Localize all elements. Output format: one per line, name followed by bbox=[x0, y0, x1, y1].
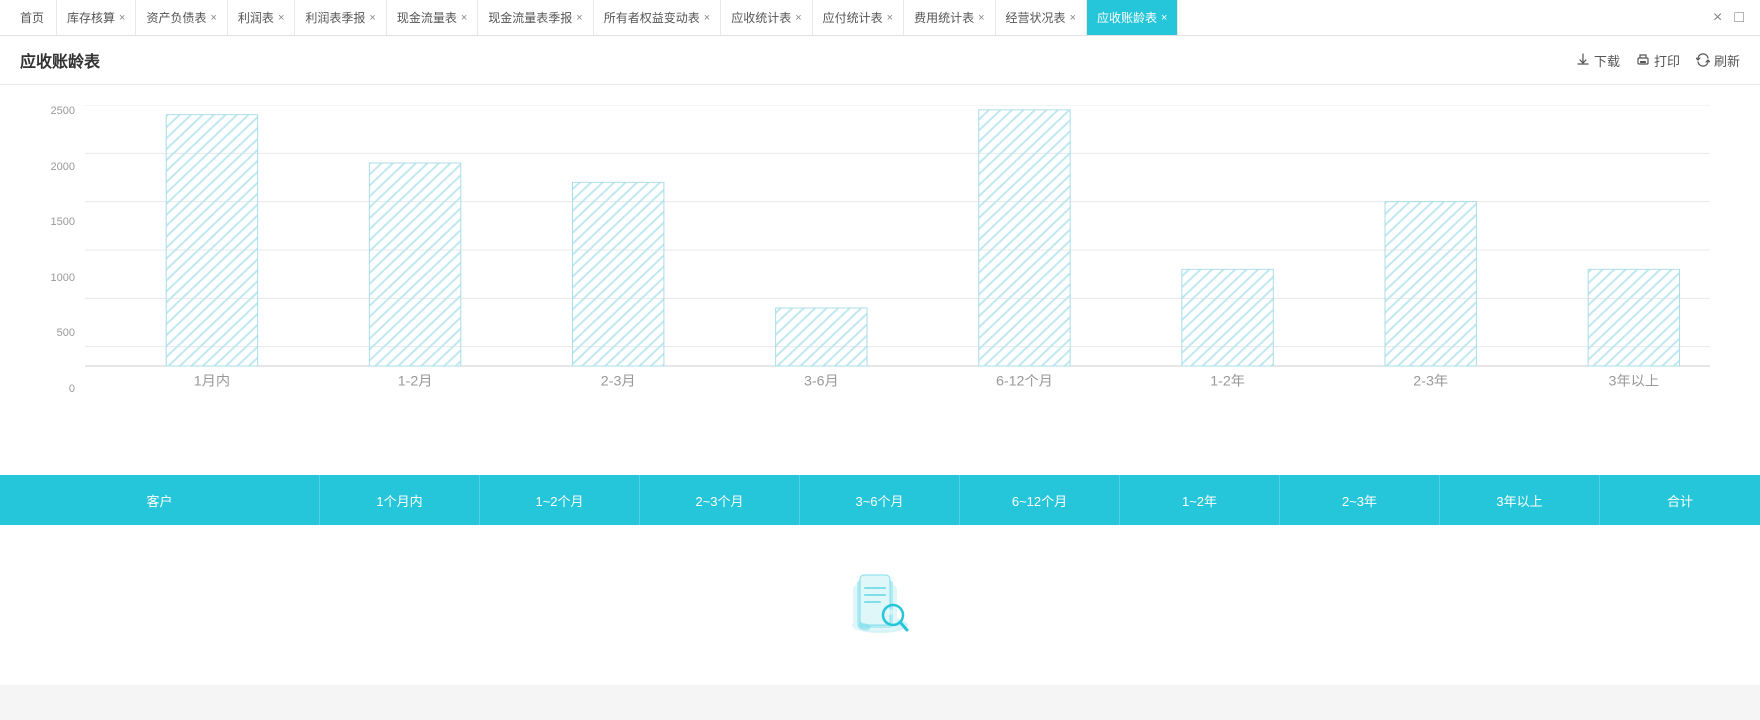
th-1-2months: 1~2个月 bbox=[480, 475, 640, 525]
refresh-icon bbox=[1696, 53, 1710, 67]
th-6-12months: 6~12个月 bbox=[960, 475, 1120, 525]
tab-payable-stats[interactable]: 应付统计表 × bbox=[813, 0, 904, 36]
tab-close-inventory[interactable]: × bbox=[119, 12, 125, 24]
th-2-3months: 2~3个月 bbox=[640, 475, 800, 525]
tab-close-profit-quarterly[interactable]: × bbox=[369, 12, 375, 24]
tab-inventory[interactable]: 库存核算 × bbox=[57, 0, 136, 36]
tab-equity[interactable]: 所有者权益变动表 × bbox=[594, 0, 721, 36]
page-title: 应收账龄表 bbox=[20, 48, 100, 72]
y-label-2000: 2000 bbox=[40, 161, 80, 173]
tab-home[interactable]: 首页 bbox=[8, 0, 57, 36]
tab-close-cashflow[interactable]: × bbox=[461, 12, 467, 24]
y-label-0: 0 bbox=[40, 383, 80, 395]
svg-text:1月内: 1月内 bbox=[194, 373, 230, 389]
tab-close-cashflow-quarterly[interactable]: × bbox=[576, 12, 582, 24]
tab-close-equity[interactable]: × bbox=[704, 12, 710, 24]
minimize-button[interactable]: × bbox=[1713, 9, 1722, 27]
tab-aging[interactable]: 应收账龄表 × bbox=[1087, 0, 1178, 36]
page-header: 应收账龄表 下载 打印 刷新 bbox=[0, 36, 1760, 85]
th-3-6months: 3~6个月 bbox=[800, 475, 960, 525]
chart-svg: 1月内 1-2月 2-3月 3-6月 6-12个月 1-2年 2-3年 3年以上 bbox=[85, 105, 1710, 395]
tab-profit[interactable]: 利润表 × bbox=[228, 0, 295, 36]
maximize-button[interactable]: □ bbox=[1734, 9, 1744, 27]
svg-text:3-6月: 3-6月 bbox=[804, 373, 839, 389]
svg-text:2-3月: 2-3月 bbox=[601, 373, 636, 389]
tab-close-payable-stats[interactable]: × bbox=[887, 12, 893, 24]
svg-text:6-12个月: 6-12个月 bbox=[996, 373, 1053, 389]
th-1-2years: 1~2年 bbox=[1120, 475, 1280, 525]
th-3plus-years: 3年以上 bbox=[1440, 475, 1600, 525]
tab-close-aging[interactable]: × bbox=[1161, 12, 1167, 24]
tab-profit-quarterly[interactable]: 利润表季报 × bbox=[295, 0, 386, 36]
th-total: 合计 bbox=[1600, 475, 1760, 525]
svg-text:3年以上: 3年以上 bbox=[1609, 373, 1660, 389]
tab-close-balance-sheet[interactable]: × bbox=[210, 12, 216, 24]
y-label-1000: 1000 bbox=[40, 272, 80, 284]
tab-cashflow-quarterly[interactable]: 现金流量表季报 × bbox=[478, 0, 593, 36]
empty-state bbox=[0, 525, 1760, 685]
tab-close-expense-stats[interactable]: × bbox=[978, 12, 984, 24]
tab-balance-sheet[interactable]: 资产负债表 × bbox=[136, 0, 227, 36]
y-axis: 0 500 1000 1500 2000 2500 bbox=[40, 105, 80, 395]
svg-text:1-2月: 1-2月 bbox=[398, 373, 433, 389]
refresh-button[interactable]: 刷新 bbox=[1696, 51, 1740, 70]
tab-close-profit[interactable]: × bbox=[278, 12, 284, 24]
chart-area: 1月内 1-2月 2-3月 3-6月 6-12个月 1-2年 2-3年 3年以上… bbox=[0, 85, 1760, 475]
table-header: 客户 1个月内 1~2个月 2~3个月 3~6个月 6~12个月 1~2年 2~… bbox=[0, 475, 1760, 525]
y-label-2500: 2500 bbox=[40, 105, 80, 117]
tab-receivable-stats[interactable]: 应收统计表 × bbox=[721, 0, 812, 36]
tab-operations[interactable]: 经营状况表 × bbox=[996, 0, 1087, 36]
download-button[interactable]: 下载 bbox=[1576, 51, 1620, 70]
tab-bar: 首页 库存核算 × 资产负债表 × 利润表 × 利润表季报 × 现金流量表 × … bbox=[0, 0, 1760, 36]
tab-cashflow[interactable]: 现金流量表 × bbox=[387, 0, 478, 36]
th-1month: 1个月内 bbox=[320, 475, 480, 525]
empty-state-icon bbox=[835, 560, 925, 650]
tab-close-operations[interactable]: × bbox=[1070, 12, 1076, 24]
chart-container: 1月内 1-2月 2-3月 3-6月 6-12个月 1-2年 2-3年 3年以上… bbox=[40, 105, 1720, 425]
svg-text:2-3年: 2-3年 bbox=[1413, 373, 1448, 389]
download-icon bbox=[1576, 53, 1590, 67]
y-label-500: 500 bbox=[40, 327, 80, 339]
tab-close-receivable-stats[interactable]: × bbox=[795, 12, 801, 24]
th-customer: 客户 bbox=[0, 475, 320, 525]
svg-text:1-2年: 1-2年 bbox=[1210, 373, 1245, 389]
th-2-3years: 2~3年 bbox=[1280, 475, 1440, 525]
tab-expense-stats[interactable]: 费用统计表 × bbox=[904, 0, 995, 36]
print-button[interactable]: 打印 bbox=[1636, 51, 1680, 70]
header-actions: 下载 打印 刷新 bbox=[1576, 51, 1740, 70]
y-label-1500: 1500 bbox=[40, 216, 80, 228]
print-icon bbox=[1636, 53, 1650, 67]
window-controls: × □ bbox=[1705, 9, 1752, 27]
